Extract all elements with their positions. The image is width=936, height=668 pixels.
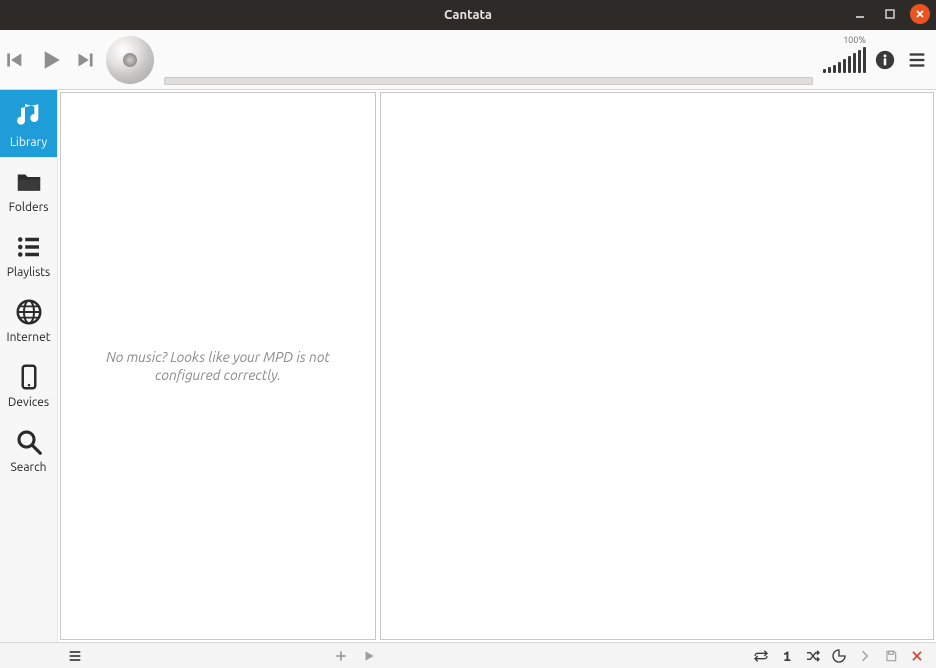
next-button[interactable] — [72, 47, 98, 73]
search-icon — [13, 427, 45, 457]
repeat-button[interactable] — [752, 647, 770, 665]
hamburger-icon — [906, 49, 928, 71]
plus-icon — [334, 649, 348, 663]
sidebar-item-label: Playlists — [7, 266, 50, 279]
library-empty-message: No music? Looks like your MPD is not con… — [61, 348, 375, 384]
bottom-mid-controls — [332, 647, 378, 665]
bottom-left-controls — [66, 647, 84, 665]
maximize-button[interactable] — [880, 4, 900, 24]
folder-icon — [13, 167, 45, 197]
play-button[interactable] — [36, 45, 66, 75]
sidebar-item-label: Search — [10, 461, 46, 474]
bottom-right-controls: 1 — [752, 647, 926, 665]
window-title: Cantata — [0, 8, 936, 22]
info-icon — [874, 49, 896, 71]
album-art-disc — [106, 36, 154, 84]
play-icon — [36, 45, 66, 75]
sidebar-item-label: Folders — [9, 201, 49, 214]
consume-button[interactable] — [830, 647, 848, 665]
main-menu-button[interactable] — [904, 47, 930, 73]
sidebar-item-label: Devices — [8, 396, 49, 409]
shuffle-button[interactable] — [804, 647, 822, 665]
sidebar-item-internet[interactable]: Internet — [0, 287, 57, 352]
chevron-right-icon — [858, 649, 872, 663]
seek-slider[interactable] — [164, 77, 813, 85]
sidebar-item-folders[interactable]: Folders — [0, 157, 57, 222]
close-button[interactable] — [910, 4, 930, 24]
info-button[interactable] — [872, 47, 898, 73]
sidebar-item-search[interactable]: Search — [0, 417, 57, 482]
save-icon — [884, 649, 898, 663]
content-panes: No music? Looks like your MPD is not con… — [58, 90, 936, 642]
sidebar-item-library[interactable]: Library — [0, 90, 57, 157]
previous-button[interactable] — [4, 47, 30, 73]
window-controls — [850, 4, 930, 24]
sidebar-item-devices[interactable]: Devices — [0, 352, 57, 417]
repeat-icon — [753, 648, 769, 664]
consume-icon — [831, 648, 847, 664]
maximize-icon — [884, 8, 896, 20]
sidebar: Library Folders Playlists — [0, 90, 58, 642]
queue-pane — [380, 92, 934, 640]
minimize-button[interactable] — [850, 4, 870, 24]
minimize-icon — [854, 8, 866, 20]
sidebar-item-label: Internet — [7, 331, 51, 344]
titlebar: Cantata — [0, 0, 936, 30]
list-icon — [13, 232, 45, 262]
sidebar-item-label: Library — [10, 136, 47, 149]
volume-control[interactable] — [823, 47, 866, 73]
globe-icon — [13, 297, 45, 327]
play-selected-button[interactable] — [360, 647, 378, 665]
save-queue-button[interactable] — [882, 647, 900, 665]
clear-x-icon — [910, 649, 924, 663]
bottom-toolbar: 1 — [0, 642, 936, 668]
play-small-icon — [362, 649, 376, 663]
volume-area: 100% — [823, 47, 930, 73]
clear-queue-button[interactable] — [908, 647, 926, 665]
main-content: Library Folders Playlists — [0, 90, 936, 642]
view-menu-button[interactable] — [66, 647, 84, 665]
player-toolbar: 100% — [0, 30, 936, 90]
volume-level-label: 100% — [843, 35, 866, 45]
smartphone-icon — [13, 362, 45, 392]
hamburger-icon — [67, 648, 83, 664]
skip-previous-icon — [4, 47, 30, 73]
single-mode-button[interactable]: 1 — [778, 647, 796, 665]
music-note-icon — [13, 100, 45, 132]
sidebar-item-playlists[interactable]: Playlists — [0, 222, 57, 287]
playback-controls — [4, 45, 98, 75]
add-button[interactable] — [332, 647, 350, 665]
center-playing-button[interactable] — [856, 647, 874, 665]
library-pane: No music? Looks like your MPD is not con… — [60, 92, 376, 640]
close-icon — [914, 8, 926, 20]
shuffle-icon — [805, 648, 821, 664]
skip-next-icon — [72, 47, 98, 73]
